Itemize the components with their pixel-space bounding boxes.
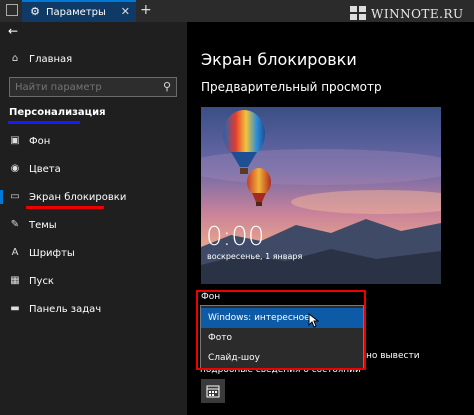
brush-icon: ✎ [10,219,20,230]
tab-title: Параметры [46,6,106,18]
sidebar-item-label: Экран блокировки [29,191,127,203]
annotation-highlight-box [196,290,366,370]
active-indicator [0,190,3,204]
palette-icon: ◉ [10,163,20,174]
app-picker-button[interactable] [201,379,225,403]
search-input[interactable] [15,80,155,94]
home-icon: ⌂ [11,53,19,64]
window-icon [6,4,18,16]
sidebar-item-start[interactable]: ▦ Пуск [0,270,187,292]
watermark-text: WINNOTE.RU [371,7,464,21]
sidebar-item-label: Цвета [29,163,61,175]
annotation-underline-blue [8,121,80,124]
sidebar-item-label: Панель задач [29,303,102,315]
sidebar-item-colors[interactable]: ◉ Цвета [0,158,187,180]
sidebar-item-label: Шрифты [29,247,75,259]
sidebar-item-background[interactable]: ▣ Фон [0,130,187,152]
title-bar: ⚙ Параметры ✕ + WINNOTE.RU [0,0,474,22]
annotation-underline-red [26,206,104,209]
new-tab-button[interactable]: + [140,2,152,18]
font-icon: A [11,247,19,258]
watermark: WINNOTE.RU [350,6,464,22]
search-field[interactable]: ⚲ [9,77,177,97]
sidebar-item-label: Главная [29,53,73,65]
start-icon: ▦ [10,275,20,286]
taskbar-icon: ▬ [10,303,20,314]
mouse-cursor-icon [308,313,319,328]
image-icon: ▣ [10,135,20,146]
sidebar-item-fonts[interactable]: A Шрифты [0,242,187,264]
close-tab-icon[interactable]: ✕ [121,5,130,18]
hidden-setting-text: но вывести [366,351,420,361]
sidebar-item-home[interactable]: ⌂ Главная [0,48,187,70]
sidebar-item-themes[interactable]: ✎ Темы [0,214,187,236]
tab-settings[interactable]: ⚙ Параметры ✕ [22,0,136,22]
calendar-icon [206,385,220,398]
section-heading: Персонализация [9,107,106,118]
page-title: Экран блокировки [201,50,357,69]
lock-screen-icon: ▭ [10,191,20,202]
sidebar-item-lock-screen[interactable]: ▭ Экран блокировки [0,186,187,208]
sidebar-item-label: Пуск [29,275,54,287]
preview-date: воскресенье, 1 января [207,252,303,261]
sidebar-item-label: Темы [29,219,57,231]
windows-logo-icon [350,6,368,22]
sidebar-item-taskbar[interactable]: ▬ Панель задач [0,298,187,320]
preview-heading: Предварительный просмотр [201,80,382,94]
preview-clock: 0:00 [206,222,265,252]
sidebar-item-label: Фон [29,135,51,147]
gear-icon: ⚙ [30,5,40,18]
search-icon[interactable]: ⚲ [163,80,171,93]
back-arrow-icon[interactable]: ← [8,24,18,38]
